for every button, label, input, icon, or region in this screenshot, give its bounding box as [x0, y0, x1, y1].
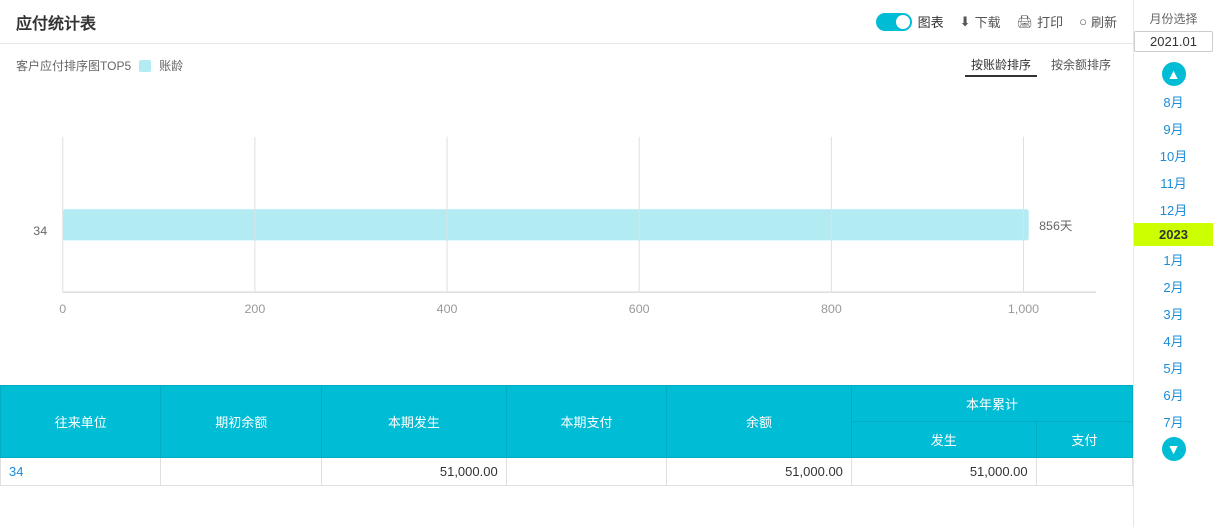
month-item[interactable]: 10月	[1134, 142, 1213, 169]
svg-text:400: 400	[437, 302, 458, 316]
svg-text:34: 34	[33, 224, 47, 238]
download-button[interactable]: ⬇ 下载	[960, 12, 1001, 31]
legend-label: 账龄	[159, 57, 183, 74]
download-icon: ⬇	[960, 14, 971, 30]
chart-toggle[interactable]	[876, 13, 912, 31]
svg-text:800: 800	[821, 302, 842, 316]
print-icon: 🖨	[1017, 14, 1034, 30]
month-item[interactable]: 6月	[1134, 381, 1213, 408]
sidebar-down-button[interactable]: ▼	[1162, 437, 1186, 461]
sidebar-year[interactable]: 2021.01	[1134, 31, 1213, 52]
chart-section: 客户应付排序图TOP5 账龄 按账龄排序 按余额排序 34 856天	[0, 44, 1133, 385]
download-label: 下载	[975, 12, 1001, 31]
th-company: 往来单位	[1, 386, 161, 458]
month-item[interactable]: 7月	[1134, 408, 1213, 435]
page-title: 应付统计表	[16, 10, 96, 34]
month-item[interactable]: 4月	[1134, 327, 1213, 354]
svg-text:600: 600	[629, 302, 650, 316]
cell-annual-payment	[1036, 458, 1132, 486]
cell-current-payment	[506, 458, 666, 486]
month-item[interactable]: 11月	[1134, 169, 1213, 196]
month-list: 8月9月10月11月12月20231月2月3月4月5月6月7月	[1134, 88, 1213, 435]
refresh-button[interactable]: ○ 刷新	[1079, 12, 1117, 31]
header-actions: 图表 ⬇ 下载 🖨 打印 ○ 刷新	[876, 12, 1117, 31]
chart-legend: 客户应付排序图TOP5 账龄	[16, 57, 183, 74]
month-item[interactable]: 8月	[1134, 88, 1213, 115]
month-item[interactable]: 3月	[1134, 300, 1213, 327]
sort-by-balance-button[interactable]: 按账龄排序	[965, 54, 1037, 77]
print-label: 打印	[1037, 12, 1063, 31]
cell-annual-occurrence: 51,000.00	[851, 458, 1036, 486]
svg-text:200: 200	[244, 302, 265, 316]
cell-balance: 51,000.00	[667, 458, 852, 486]
svg-text:856天: 856天	[1039, 219, 1072, 233]
sort-by-amount-button[interactable]: 按余额排序	[1045, 54, 1117, 77]
refresh-label: 刷新	[1091, 12, 1117, 31]
chart-sort-buttons: 按账龄排序 按余额排序	[965, 54, 1117, 77]
month-item[interactable]: 5月	[1134, 354, 1213, 381]
svg-text:0: 0	[59, 302, 66, 316]
chart-area: 34 856天 0 200 400 600 800 1,000	[16, 85, 1117, 375]
current-year-marker: 2023	[1134, 223, 1213, 246]
print-button[interactable]: 🖨 打印	[1017, 12, 1064, 31]
chart-label: 图表	[918, 12, 944, 31]
th-current-payment: 本期支付	[506, 386, 666, 458]
table-row: 3451,000.0051,000.0051,000.00	[1, 458, 1133, 486]
th-balance: 余额	[667, 386, 852, 458]
th-current-occurrence: 本期发生	[321, 386, 506, 458]
svg-text:1,000: 1,000	[1008, 302, 1039, 316]
legend-text: 客户应付排序图TOP5	[16, 57, 131, 74]
chart-svg: 34 856天 0 200 400 600 800 1,000	[16, 85, 1117, 375]
sidebar-up-button[interactable]: ▲	[1162, 62, 1186, 86]
cell-current-occurrence: 51,000.00	[321, 458, 506, 486]
month-item[interactable]: 2月	[1134, 273, 1213, 300]
cell-opening-balance	[161, 458, 321, 486]
refresh-icon: ○	[1079, 14, 1087, 29]
table-section: 往来单位 期初余额 本期发生 本期支付 余额 本年累计 发生 支付 34 51,0…	[0, 385, 1133, 527]
th-annual-group: 本年累计	[851, 386, 1132, 422]
th-annual-occurrence: 发生	[851, 422, 1036, 458]
month-item[interactable]: 9月	[1134, 115, 1213, 142]
th-opening-balance: 期初余额	[161, 386, 321, 458]
month-item[interactable]: 1月	[1134, 246, 1213, 273]
chart-toggle-wrap[interactable]: 图表	[876, 12, 944, 31]
th-annual-payment: 支付	[1036, 422, 1132, 458]
legend-dot	[139, 60, 151, 72]
company-link[interactable]: 34	[9, 464, 23, 479]
cell-company: 34	[1, 458, 161, 486]
month-item[interactable]: 12月	[1134, 196, 1213, 223]
data-table: 往来单位 期初余额 本期发生 本期支付 余额 本年累计 发生 支付 34 51,0…	[0, 385, 1133, 486]
sidebar: 月份选择 2021.01 ▲ 8月9月10月11月12月20231月2月3月4月…	[1133, 0, 1213, 527]
sidebar-label: 月份选择	[1149, 10, 1197, 27]
